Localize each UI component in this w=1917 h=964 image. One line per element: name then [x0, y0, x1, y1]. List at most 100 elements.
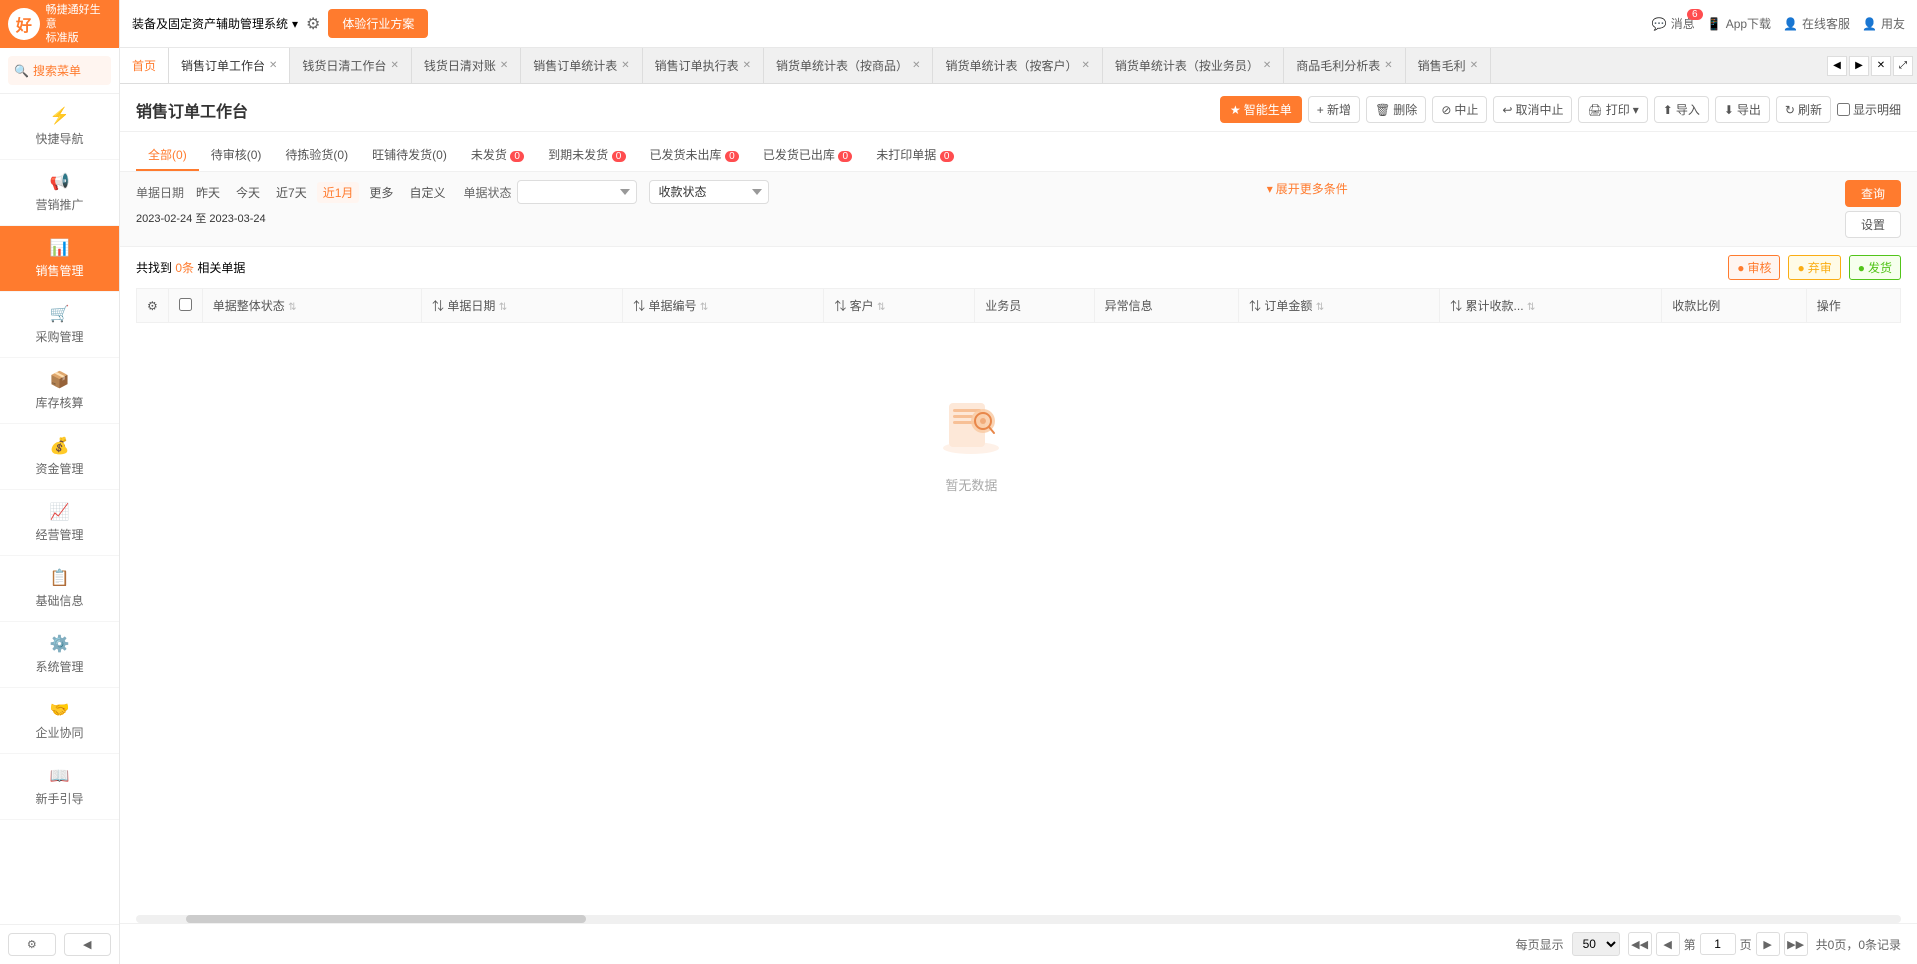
sidebar-nav-item-system[interactable]: ⚙️ 系统管理 — [0, 622, 119, 688]
tab-close-sales-by-product[interactable]: ✕ — [912, 60, 920, 71]
filter-tab-pending-pick[interactable]: 待拣验货(0) — [273, 140, 360, 171]
tab-gross-profit[interactable]: 商品毛利分析表 ✕ — [1284, 48, 1405, 84]
th-checkbox[interactable] — [168, 289, 202, 323]
tab-close-sales-margin[interactable]: ✕ — [1470, 60, 1478, 71]
tab-scroll-left[interactable]: ◀ — [1827, 56, 1847, 76]
th-customer[interactable]: ⇅ 客户 ⇅ — [824, 289, 975, 323]
sidebar-nav-item-enterprise[interactable]: 🤝 企业协同 — [0, 688, 119, 754]
online-service-button[interactable]: 👤 在线客服 — [1783, 15, 1850, 32]
tab-sales-exec[interactable]: 销售订单执行表 ✕ — [643, 48, 764, 84]
tab-cash-reconcile[interactable]: 钱货日清对账 ✕ — [412, 48, 521, 84]
th-settings[interactable]: ⚙ — [137, 289, 169, 323]
solution-button[interactable]: 体验行业方案 — [328, 9, 428, 38]
tab-sales-by-staff[interactable]: 销货单统计表（按业务员） ✕ — [1103, 48, 1284, 84]
first-page-button[interactable]: ◀◀ — [1628, 932, 1652, 956]
date-custom[interactable]: 自定义 — [403, 182, 451, 203]
tab-close-cash-daily[interactable]: ✕ — [390, 60, 398, 71]
cancel-stop-button[interactable]: ↩ 取消中止 — [1493, 96, 1572, 123]
tab-close-gross-profit[interactable]: ✕ — [1384, 60, 1392, 71]
sidebar-nav-item-basic-info[interactable]: 📋 基础信息 — [0, 556, 119, 622]
tab-sales-workbench[interactable]: 销售订单工作台 ✕ — [169, 48, 290, 84]
tab-cash-daily[interactable]: 钱货日清工作台 ✕ — [290, 48, 411, 84]
tab-close-cash-reconcile[interactable]: ✕ — [500, 60, 508, 71]
tab-close-sales-exec[interactable]: ✕ — [743, 60, 751, 71]
last-page-button[interactable]: ▶▶ — [1784, 932, 1808, 956]
filter-tab-overdue-undelivered[interactable]: 到期未发货 0 — [536, 140, 637, 171]
search-menu-button[interactable]: 🔍 搜索菜单 — [8, 56, 111, 85]
abandon-audit-button[interactable]: ● 弃审 — [1788, 255, 1840, 280]
stop-button[interactable]: ⊘ 中止 — [1432, 96, 1487, 123]
tab-sales-by-product[interactable]: 销货单统计表（按商品） ✕ — [764, 48, 933, 84]
date-more[interactable]: 更多 — [363, 182, 399, 203]
th-cumulative-payment[interactable]: ⇅ 累计收款... ⇅ — [1440, 289, 1662, 323]
date-today[interactable]: 今天 — [230, 182, 266, 203]
show-detail-checkbox[interactable]: 显示明细 — [1837, 101, 1901, 118]
filter-tab-pending-audit[interactable]: 待审核(0) — [199, 140, 274, 171]
sidebar-nav-item-finance[interactable]: 💰 资金管理 — [0, 424, 119, 490]
select-all-checkbox[interactable] — [179, 298, 192, 311]
tab-sales-margin[interactable]: 销售毛利 ✕ — [1406, 48, 1491, 84]
tab-sales-stats[interactable]: 销售订单统计表 ✕ — [521, 48, 642, 84]
sidebar-nav-item-marketing[interactable]: 📢 营销推广 — [0, 160, 119, 226]
sidebar-nav-item-inventory[interactable]: 📦 库存核算 — [0, 358, 119, 424]
sidebar-nav-item-purchase[interactable]: 🛒 采购管理 — [0, 292, 119, 358]
scroll-thumb[interactable] — [186, 915, 586, 923]
expand-filters-button[interactable]: ▾ 展开更多条件 — [1267, 180, 1348, 197]
tab-fullscreen[interactable]: ⤢ — [1893, 56, 1913, 76]
print-button[interactable]: 🖨 打印 ▾ — [1578, 96, 1647, 123]
tab-scroll-right[interactable]: ▶ — [1849, 56, 1869, 76]
service-icon: 👤 — [1783, 17, 1798, 31]
th-amount[interactable]: ⇅ 订单金额 ⇅ — [1239, 289, 1440, 323]
system-selector[interactable]: 装备及固定资产辅助管理系统 ▾ — [132, 15, 298, 32]
tab-sales-by-customer[interactable]: 销货单统计表（按客户） ✕ — [933, 48, 1102, 84]
tab-close-sales-by-staff[interactable]: ✕ — [1263, 60, 1271, 71]
th-status[interactable]: 单据整体状态 ⇅ — [202, 289, 421, 323]
marketing-icon: 📢 — [50, 172, 70, 192]
sidebar-nav-item-tutorial[interactable]: 📖 新手引导 — [0, 754, 119, 820]
date-yesterday[interactable]: 昨天 — [190, 182, 226, 203]
topbar-settings-icon[interactable]: ⚙ — [306, 14, 320, 34]
payment-status-select[interactable]: 收款状态 — [649, 180, 769, 204]
filter-tab-wangpu-deliver[interactable]: 旺铺待发货(0) — [360, 140, 459, 171]
th-number[interactable]: ⇅ 单据编号 ⇅ — [623, 289, 824, 323]
sidebar-collapse-button[interactable]: ◀ — [64, 933, 112, 956]
app-download-button[interactable]: 📱 App下载 — [1707, 15, 1771, 32]
sidebar-nav-item-sales[interactable]: 📊 销售管理 — [0, 226, 119, 292]
next-page-button[interactable]: ▶ — [1756, 932, 1780, 956]
horizontal-scrollbar[interactable] — [136, 915, 1901, 923]
deliver-button[interactable]: ● 发货 — [1849, 255, 1901, 280]
date-7days[interactable]: 近7天 — [270, 182, 313, 203]
sidebar-nav-item-operations[interactable]: 📈 经营管理 — [0, 490, 119, 556]
sidebar-settings-button[interactable]: ⚙ — [8, 933, 56, 956]
delete-button[interactable]: 🗑 删除 — [1366, 96, 1426, 123]
tab-home[interactable]: 首页 — [120, 48, 169, 84]
new-button[interactable]: + 新增 — [1308, 96, 1360, 123]
status-select[interactable] — [517, 180, 637, 204]
refresh-button[interactable]: ↻ 刷新 — [1776, 96, 1831, 123]
export-button[interactable]: ⬇ 导出 — [1715, 96, 1770, 123]
per-page-select[interactable]: 50 — [1572, 932, 1620, 956]
tab-close-all[interactable]: ✕ — [1871, 56, 1891, 76]
settings-button[interactable]: 设置 — [1845, 211, 1901, 238]
tab-close-sales-stats[interactable]: ✕ — [621, 60, 629, 71]
filter-tab-all[interactable]: 全部(0) — [136, 140, 199, 171]
messages-button[interactable]: 💬 消息 6 — [1652, 15, 1695, 32]
audit-button[interactable]: ● 审核 — [1728, 255, 1780, 280]
th-date[interactable]: ⇅ 单据日期 ⇅ — [422, 289, 623, 323]
tab-close-sales-workbench[interactable]: ✕ — [269, 60, 277, 71]
filter-tab-unprinted[interactable]: 未打印单据 0 — [864, 140, 965, 171]
th-salesperson[interactable]: 业务员 — [975, 289, 1094, 323]
filter-tab-delivered-out[interactable]: 已发货已出库 0 — [751, 140, 864, 171]
filter-tab-delivered-not-out[interactable]: 已发货未出库 0 — [638, 140, 751, 171]
prev-page-button[interactable]: ◀ — [1656, 932, 1680, 956]
filter-tab-undelivered[interactable]: 未发货 0 — [459, 140, 536, 171]
show-detail-input[interactable] — [1837, 103, 1850, 116]
sidebar-nav-item-quick[interactable]: ⚡ 快捷导航 — [0, 94, 119, 160]
page-number-input[interactable] — [1700, 933, 1736, 955]
import-button[interactable]: ⬆ 导入 — [1654, 96, 1709, 123]
smart-create-button[interactable]: ★ 智能生单 — [1220, 96, 1302, 123]
query-button[interactable]: 查询 — [1845, 180, 1901, 207]
date-1month[interactable]: 近1月 — [317, 182, 360, 203]
user-menu-button[interactable]: 👤 用友 — [1862, 15, 1905, 32]
tab-close-sales-by-customer[interactable]: ✕ — [1081, 60, 1089, 71]
